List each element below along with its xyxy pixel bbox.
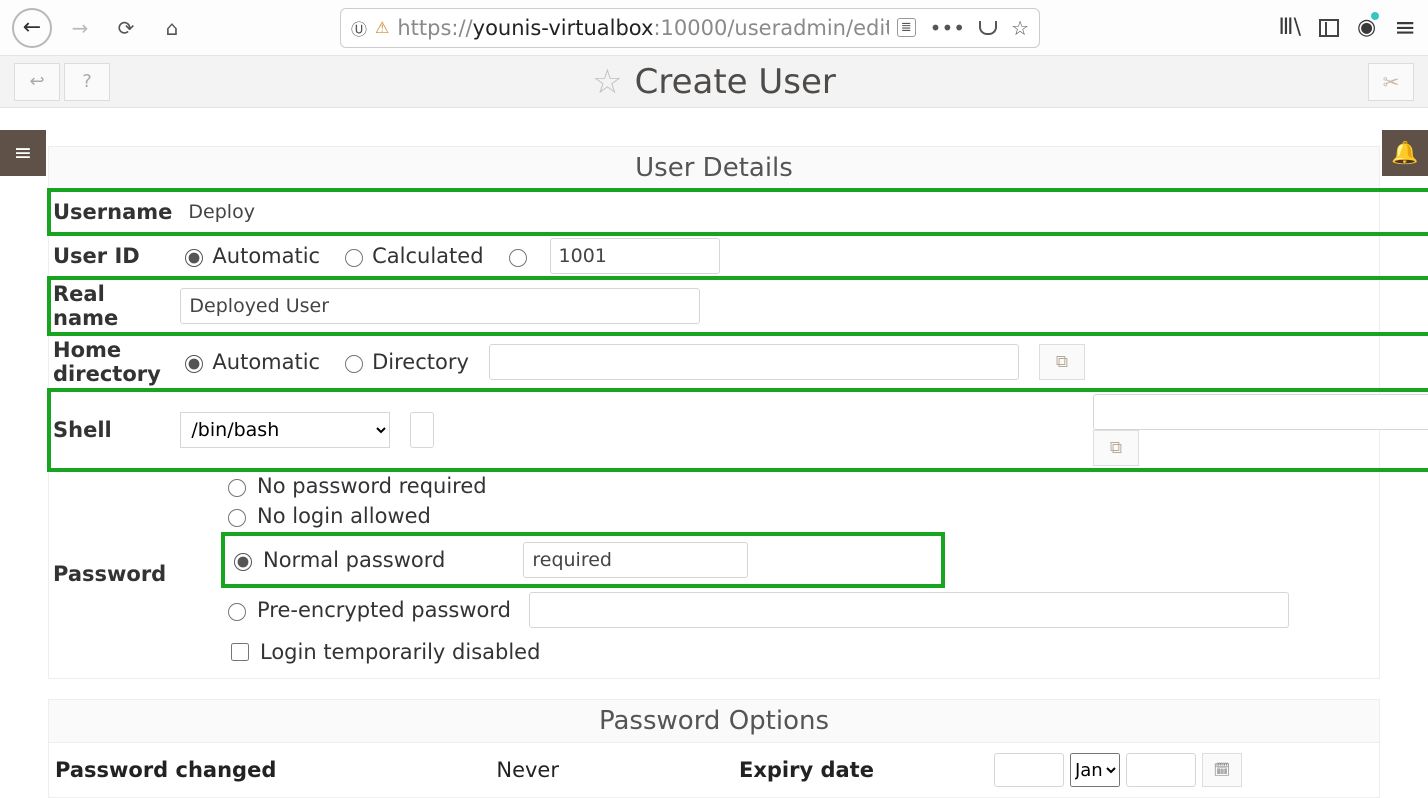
user-id-automatic-label: Automatic [212,244,320,268]
password-changed-value: Never [496,758,559,782]
expiry-calendar-button[interactable]: 🗓 [1202,753,1242,787]
user-id-calculated-label: Calculated [372,244,483,268]
reader-mode-icon[interactable]: ≣ [897,18,916,37]
label-password: Password [49,470,219,678]
pw-none-radio[interactable] [228,479,246,497]
expiry-month-select[interactable]: Jan [1070,753,1120,787]
label-shell: Shell [49,390,176,470]
sidebar-icon[interactable] [1319,19,1339,37]
pw-preenc-radio[interactable] [228,603,246,621]
label-user-id: User ID [49,234,176,278]
nav-home-button[interactable]: ⌂ [154,10,190,46]
snip-button[interactable]: ✂ [1368,63,1414,101]
user-id-calculated-radio[interactable] [345,249,363,267]
url-bar[interactable]: Ⓤ ⚠ https://younis-virtualbox:10000/user… [340,8,1040,48]
section-user-details: User Details [48,146,1380,189]
label-expiry-date: Expiry date [739,758,874,782]
user-id-custom-radio[interactable] [509,249,527,267]
home-directory-label: Directory [372,350,469,374]
expiry-day-input[interactable] [994,753,1064,787]
pw-nolog-radio[interactable] [228,509,246,527]
login-temp-disabled-label: Login temporarily disabled [260,640,540,664]
bookmark-star-icon[interactable]: ☆ [1011,16,1029,40]
label-home-directory: Home directory [49,334,176,390]
pw-normal-input[interactable] [523,542,748,578]
shell-custom-input[interactable] [410,412,434,448]
app-menu-icon[interactable]: ≡ [1394,13,1416,43]
home-automatic-label: Automatic [212,350,320,374]
nav-reload-button[interactable]: ⟳ [108,10,144,46]
home-directory-input[interactable] [489,344,1019,380]
shell-select[interactable]: /bin/bash [180,412,390,448]
nav-back-button[interactable]: ← [12,8,52,48]
pw-normal-radio[interactable] [234,553,252,571]
home-automatic-radio[interactable] [185,355,203,373]
pw-preenc-label: Pre-encrypted password [257,598,511,622]
expiry-year-input[interactable] [1126,753,1196,787]
shell-extra-input[interactable] [1093,394,1428,430]
app-back-button[interactable]: ↩ [14,63,60,101]
more-actions-icon[interactable]: ••• [930,16,965,40]
label-password-changed: Password changed [55,758,276,782]
home-directory-radio[interactable] [345,355,363,373]
pw-none-label: No password required [257,474,487,498]
account-icon[interactable]: ◉ [1357,15,1376,40]
label-real-name: Real name [49,278,176,334]
app-header: ↩ ? ☆ Create User ✂ [0,56,1428,108]
url-text: https://younis-virtualbox:10000/useradmi… [397,16,888,40]
pw-normal-label: Normal password [263,548,445,572]
pw-nolog-label: No login allowed [257,504,431,528]
section-password-options: Password Options [48,699,1380,742]
app-help-button[interactable]: ? [64,63,110,101]
library-icon[interactable]: Ⅲ\ [1278,15,1301,40]
login-temp-disabled-checkbox[interactable] [231,643,249,661]
real-name-input[interactable] [180,288,700,324]
pw-preenc-input[interactable] [529,592,1289,628]
user-id-input[interactable] [550,238,720,274]
username-input[interactable] [180,194,550,230]
content-area: User Details Username User ID Automatic … [0,108,1428,798]
shell-browse-button[interactable]: ⧉ [1093,430,1139,466]
browser-chrome: ← → ⟳ ⌂ Ⓤ ⚠ https://younis-virtualbox:10… [0,0,1428,56]
pocket-icon[interactable] [979,21,997,35]
lock-warning-icon: ⚠ [375,18,389,37]
label-username: Username [49,190,176,234]
shield-icon: Ⓤ [351,16,367,40]
favorite-star-icon[interactable]: ☆ [592,62,622,102]
page-title: Create User [635,62,836,102]
user-id-automatic-radio[interactable] [185,249,203,267]
nav-forward-button[interactable]: → [62,10,98,46]
home-directory-browse-button[interactable]: ⧉ [1039,344,1085,380]
